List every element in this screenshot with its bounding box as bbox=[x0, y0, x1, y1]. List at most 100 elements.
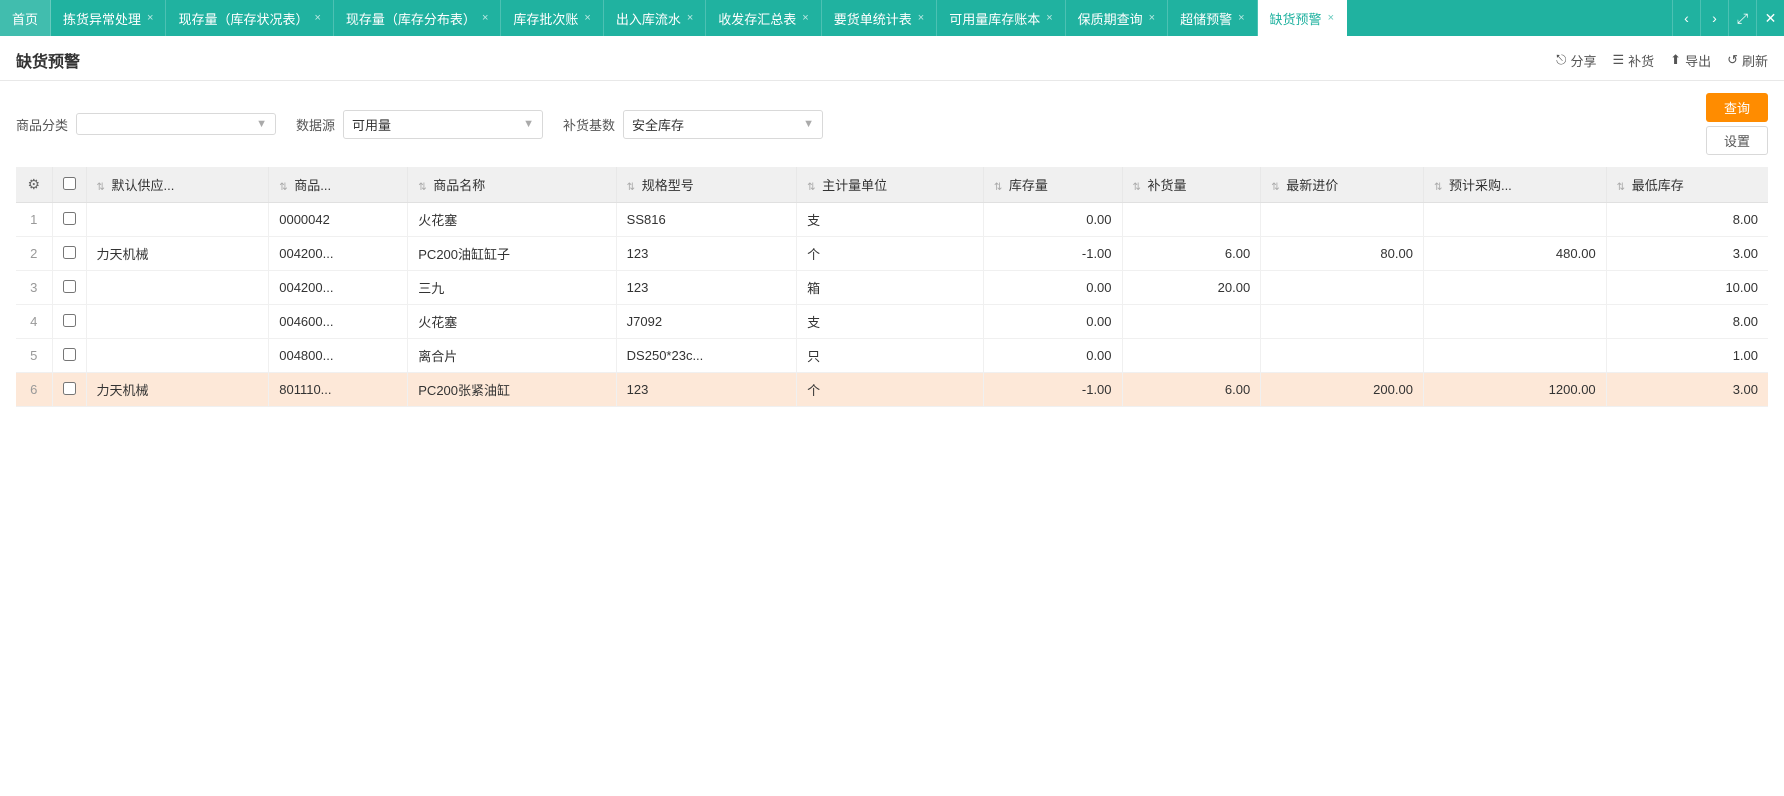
tab-pick-exception[interactable]: 拣货异常处理 × bbox=[51, 0, 166, 36]
query-button[interactable]: 查询 bbox=[1706, 93, 1768, 122]
th-forecast-purchase: ⇅ 预计采购... bbox=[1423, 167, 1606, 203]
sort-price-icon: ⇅ bbox=[1271, 182, 1279, 193]
tab-close-expiry[interactable]: × bbox=[1149, 12, 1155, 24]
row-checkbox[interactable] bbox=[63, 348, 76, 361]
row-min-stock: 8.00 bbox=[1606, 305, 1768, 339]
tab-available-stock[interactable]: 可用量库存账本 × bbox=[937, 0, 1065, 36]
th-spec: ⇅ 规格型号 bbox=[616, 167, 796, 203]
filter-actions: 查询 设置 bbox=[1706, 93, 1768, 155]
datasource-select[interactable]: 可用量 ▼ bbox=[343, 110, 543, 139]
row-spec: J7092 bbox=[616, 305, 796, 339]
table-row: 4 004600... 火花塞 J7092 支 0.00 8.00 bbox=[16, 305, 1768, 339]
table-container: ⚙ ⇅ 默认供应... ⇅ 商品... ⇅ 商品名称 bbox=[0, 167, 1784, 407]
refresh-icon: ↺ bbox=[1727, 52, 1738, 68]
settings-button[interactable]: 设置 bbox=[1706, 126, 1768, 155]
row-checkbox[interactable] bbox=[63, 382, 76, 395]
th-checkbox bbox=[52, 167, 86, 203]
row-spec: 123 bbox=[616, 373, 796, 407]
column-settings-icon[interactable]: ⚙ bbox=[27, 176, 40, 192]
tab-bar: 首页 拣货异常处理 × 现存量（库存状况表） × 现存量（库存分布表） × 库存… bbox=[0, 0, 1784, 36]
replenish-icon: ☰ bbox=[1612, 52, 1624, 68]
category-dropdown-icon: ▼ bbox=[256, 118, 267, 130]
tab-order-stat[interactable]: 要货单统计表 × bbox=[822, 0, 937, 36]
sort-stock-icon: ⇅ bbox=[994, 182, 1002, 193]
tab-inventory-status[interactable]: 现存量（库存状况表） × bbox=[166, 0, 333, 36]
tab-next-btn[interactable]: › bbox=[1700, 0, 1728, 36]
tab-close-shortage[interactable]: × bbox=[1328, 12, 1334, 24]
row-unit: 个 bbox=[797, 373, 984, 407]
row-num: 6 bbox=[16, 373, 52, 407]
category-label: 商品分类 bbox=[16, 115, 68, 134]
datasource-dropdown-icon: ▼ bbox=[523, 118, 534, 130]
tab-close-inout-flow[interactable]: × bbox=[687, 12, 693, 24]
th-stock: ⇅ 库存量 bbox=[983, 167, 1122, 203]
row-checkbox-cell bbox=[52, 237, 86, 271]
row-replenish bbox=[1122, 203, 1261, 237]
row-min-stock: 1.00 bbox=[1606, 339, 1768, 373]
refresh-button[interactable]: ↺ 刷新 bbox=[1727, 51, 1768, 70]
row-checkbox[interactable] bbox=[63, 246, 76, 259]
datasource-filter: 数据源 可用量 ▼ bbox=[296, 110, 543, 139]
row-stock: -1.00 bbox=[983, 373, 1122, 407]
th-name: ⇅ 商品名称 bbox=[408, 167, 616, 203]
category-select[interactable]: ▼ bbox=[76, 113, 276, 135]
row-unit: 支 bbox=[797, 305, 984, 339]
row-checkbox[interactable] bbox=[63, 314, 76, 327]
tab-expiry[interactable]: 保质期查询 × bbox=[1066, 0, 1168, 36]
sort-minstock-icon: ⇅ bbox=[1617, 182, 1625, 193]
replenish-base-label: 补货基数 bbox=[563, 115, 615, 134]
row-stock: 0.00 bbox=[983, 305, 1122, 339]
row-checkbox[interactable] bbox=[63, 212, 76, 225]
sort-forecast-icon: ⇅ bbox=[1434, 182, 1442, 193]
tab-close-available-stock[interactable]: × bbox=[1046, 12, 1052, 24]
row-supplier bbox=[86, 203, 269, 237]
select-all-checkbox[interactable] bbox=[63, 177, 76, 190]
row-min-stock: 3.00 bbox=[1606, 237, 1768, 271]
row-supplier bbox=[86, 339, 269, 373]
datasource-select-value: 可用量 bbox=[352, 115, 515, 134]
row-forecast-purchase bbox=[1423, 203, 1606, 237]
tab-inout-flow[interactable]: 出入库流水 × bbox=[604, 0, 706, 36]
row-replenish: 20.00 bbox=[1122, 271, 1261, 305]
tab-shortage[interactable]: 缺货预警 × bbox=[1258, 0, 1347, 36]
row-code: 801110... bbox=[269, 373, 408, 407]
tab-inventory-dist[interactable]: 现存量（库存分布表） × bbox=[334, 0, 501, 36]
tab-close-receive-summary[interactable]: × bbox=[802, 12, 808, 24]
tab-close-overstock[interactable]: × bbox=[1238, 12, 1244, 24]
replenish-base-select[interactable]: 安全库存 ▼ bbox=[623, 110, 823, 139]
replenish-base-value: 安全库存 bbox=[632, 115, 795, 134]
tab-close-batch-account[interactable]: × bbox=[584, 12, 590, 24]
tab-receive-summary[interactable]: 收发存汇总表 × bbox=[706, 0, 821, 36]
main-content: 缺货预警 ⎋ 分享 ☰ 补货 ⬆ 导出 ↺ 刷新 商品分类 bbox=[0, 36, 1784, 796]
tab-close-order-stat[interactable]: × bbox=[918, 12, 924, 24]
datasource-label: 数据源 bbox=[296, 115, 335, 134]
tab-nav-controls: ‹ › ⤢ ✕ bbox=[1672, 0, 1784, 36]
tab-close-inventory-status[interactable]: × bbox=[314, 12, 320, 24]
tab-home[interactable]: 首页 bbox=[0, 0, 51, 36]
export-icon: ⬆ bbox=[1670, 52, 1681, 68]
window-close-btn[interactable]: ✕ bbox=[1756, 0, 1784, 36]
row-spec: 123 bbox=[616, 237, 796, 271]
row-unit: 个 bbox=[797, 237, 984, 271]
row-stock: 0.00 bbox=[983, 339, 1122, 373]
window-restore-btn[interactable]: ⤢ bbox=[1728, 0, 1756, 36]
table-body: 1 0000042 火花塞 SS816 支 0.00 8.00 2 力天机械 0… bbox=[16, 203, 1768, 407]
replenish-button[interactable]: ☰ 补货 bbox=[1612, 51, 1654, 70]
row-latest-price: 200.00 bbox=[1261, 373, 1424, 407]
tab-prev-btn[interactable]: ‹ bbox=[1672, 0, 1700, 36]
row-checkbox[interactable] bbox=[63, 280, 76, 293]
table-header-row: ⚙ ⇅ 默认供应... ⇅ 商品... ⇅ 商品名称 bbox=[16, 167, 1768, 203]
row-num: 5 bbox=[16, 339, 52, 373]
row-latest-price: 80.00 bbox=[1261, 237, 1424, 271]
share-button[interactable]: ⎋ 分享 bbox=[1556, 51, 1596, 70]
tab-close-pick-exception[interactable]: × bbox=[147, 12, 153, 24]
tab-batch-account[interactable]: 库存批次账 × bbox=[501, 0, 603, 36]
row-name: 火花塞 bbox=[408, 203, 616, 237]
tab-overstock[interactable]: 超储预警 × bbox=[1168, 0, 1257, 36]
row-latest-price bbox=[1261, 203, 1424, 237]
row-num: 1 bbox=[16, 203, 52, 237]
row-forecast-purchase bbox=[1423, 305, 1606, 339]
row-spec: SS816 bbox=[616, 203, 796, 237]
tab-close-inventory-dist[interactable]: × bbox=[482, 12, 488, 24]
export-button[interactable]: ⬆ 导出 bbox=[1670, 51, 1711, 70]
